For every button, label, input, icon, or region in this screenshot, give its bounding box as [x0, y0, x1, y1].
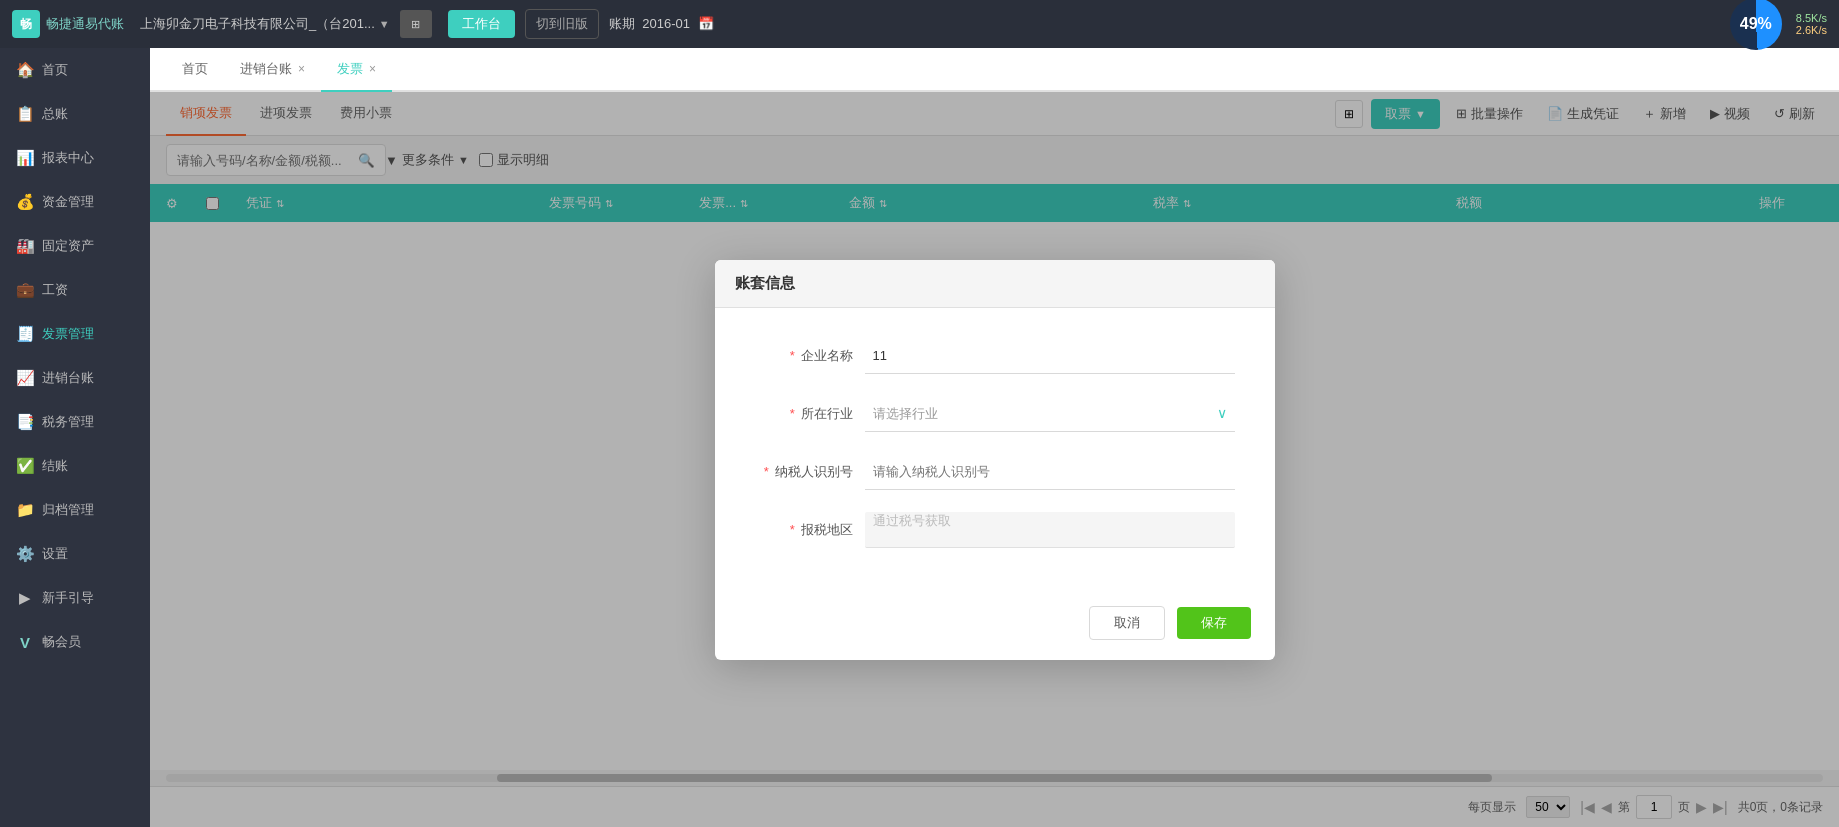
- modal-title: 账套信息: [735, 274, 795, 291]
- tab-invoice[interactable]: 发票 ×: [321, 48, 392, 92]
- finance-icon: 💰: [16, 193, 34, 211]
- archive-icon: 📁: [16, 501, 34, 519]
- modal-footer: 取消 保存: [715, 590, 1275, 660]
- sidebar-item-home[interactable]: 🏠 首页: [0, 48, 150, 92]
- tab-home-label: 首页: [182, 60, 208, 78]
- tax-region-placeholder: 通过税号获取: [873, 513, 951, 528]
- sidebar-label-tax: 税务管理: [42, 413, 94, 431]
- tax-icon: 📑: [16, 413, 34, 431]
- sidebar-item-archive[interactable]: 📁 归档管理: [0, 488, 150, 532]
- salary-icon: 💼: [16, 281, 34, 299]
- save-button[interactable]: 保存: [1177, 607, 1251, 639]
- invoice-page: 销项发票 进项发票 费用小票 ⊞ 取票 ▼: [150, 92, 1839, 827]
- tab-invoice-label: 发票: [337, 60, 363, 78]
- sidebar-label-finance: 资金管理: [42, 193, 94, 211]
- home-icon: 🏠: [16, 61, 34, 79]
- industry-label: * 所在行业: [755, 405, 865, 423]
- tax-region-row: * 报税地区 通过税号获取: [755, 512, 1235, 548]
- sidebar-item-assets[interactable]: 🏭 固定资产: [0, 224, 150, 268]
- period-value: 2016-01: [642, 16, 690, 31]
- settings-icon: ⚙️: [16, 545, 34, 563]
- modal-header: 账套信息: [715, 260, 1275, 308]
- tab-sales-ledger[interactable]: 进销台账 ×: [224, 48, 321, 92]
- period-display: 账期 2016-01 📅: [609, 15, 714, 33]
- period-label: 账期: [609, 16, 635, 31]
- industry-select-wrap: 请选择行业 ∨: [865, 396, 1235, 432]
- company-name: 上海卯金刀电子科技有限公司_（台201...: [140, 15, 375, 33]
- assets-icon: 🏭: [16, 237, 34, 255]
- download-speed: 2.6K/s: [1796, 24, 1827, 36]
- main-content: 首页 进销台账 × 发票 × 销项发票 进项发票 费用: [150, 48, 1839, 827]
- sidebar: 🏠 首页 📋 总账 📊 报表中心 💰 资金管理 🏭 固定资产 💼 工资 🧾 发票…: [0, 48, 150, 827]
- sidebar-item-finance[interactable]: 💰 资金管理: [0, 180, 150, 224]
- modal-overlay: 账套信息 * 企业名称: [150, 92, 1839, 827]
- tab-home[interactable]: 首页: [166, 48, 224, 92]
- workbench-button[interactable]: 工作台: [448, 10, 515, 38]
- sidebar-item-tax[interactable]: 📑 税务管理: [0, 400, 150, 444]
- sidebar-item-close[interactable]: ✅ 结账: [0, 444, 150, 488]
- ledger-icon: 📋: [16, 105, 34, 123]
- cancel-button[interactable]: 取消: [1089, 606, 1165, 640]
- sidebar-item-ledger[interactable]: 📋 总账: [0, 92, 150, 136]
- sidebar-label-salary: 工资: [42, 281, 68, 299]
- tab-bar: 首页 进销台账 × 发票 ×: [150, 48, 1839, 92]
- sidebar-label-guide: 新手引导: [42, 589, 94, 607]
- guide-icon: ▶: [16, 589, 34, 607]
- sidebar-item-sales-ledger[interactable]: 📈 进销台账: [0, 356, 150, 400]
- top-right: 49% 8.5K/s 2.6K/s: [1730, 0, 1827, 50]
- calendar-icon[interactable]: 📅: [698, 16, 714, 31]
- sidebar-item-reports[interactable]: 📊 报表中心: [0, 136, 150, 180]
- old-version-button[interactable]: 切到旧版: [525, 9, 599, 39]
- tax-id-label: * 纳税人识别号: [755, 463, 865, 481]
- sidebar-label-archive: 归档管理: [42, 501, 94, 519]
- sidebar-item-settings[interactable]: ⚙️ 设置: [0, 532, 150, 576]
- sidebar-item-invoice[interactable]: 🧾 发票管理: [0, 312, 150, 356]
- company-selector[interactable]: 上海卯金刀电子科技有限公司_（台201... ▼: [140, 15, 390, 33]
- modal-body: * 企业名称 * 所在行业: [715, 308, 1275, 590]
- company-avatar-btn[interactable]: ⊞: [400, 10, 432, 38]
- company-name-input[interactable]: [865, 338, 1235, 374]
- network-speed-widget: 49%: [1730, 0, 1782, 50]
- account-info-modal: 账套信息 * 企业名称: [715, 260, 1275, 660]
- tab-sales-ledger-close[interactable]: ×: [298, 62, 305, 76]
- tax-id-row: * 纳税人识别号: [755, 454, 1235, 490]
- vip-icon: V: [16, 634, 34, 651]
- sidebar-label-home: 首页: [42, 61, 68, 79]
- upload-speed: 8.5K/s: [1796, 12, 1827, 24]
- sidebar-label-ledger: 总账: [42, 105, 68, 123]
- speed-details: 8.5K/s 2.6K/s: [1796, 12, 1827, 36]
- sidebar-label-settings: 设置: [42, 545, 68, 563]
- app-name: 畅捷通易代账: [46, 15, 124, 33]
- sidebar-label-assets: 固定资产: [42, 237, 94, 255]
- sidebar-item-salary[interactable]: 💼 工资: [0, 268, 150, 312]
- sidebar-label-invoice: 发票管理: [42, 325, 94, 343]
- app-logo: 畅 畅捷通易代账: [12, 10, 124, 38]
- tax-id-input[interactable]: [865, 454, 1235, 490]
- top-actions: 工作台 切到旧版: [448, 9, 599, 39]
- logo-icon: 畅: [12, 10, 40, 38]
- tab-invoice-close[interactable]: ×: [369, 62, 376, 76]
- company-name-label: * 企业名称: [755, 347, 865, 365]
- close-books-icon: ✅: [16, 457, 34, 475]
- sales-ledger-icon: 📈: [16, 369, 34, 387]
- sidebar-label-sales-ledger: 进销台账: [42, 369, 94, 387]
- industry-select[interactable]: 请选择行业: [865, 396, 1235, 431]
- industry-row: * 所在行业 请选择行业 ∨: [755, 396, 1235, 432]
- speed-percent: 49%: [1740, 16, 1772, 32]
- sidebar-label-vip: 畅会员: [42, 633, 81, 651]
- sidebar-label-close: 结账: [42, 457, 68, 475]
- top-bar: 畅 畅捷通易代账 上海卯金刀电子科技有限公司_（台201... ▼ ⊞ 工作台 …: [0, 0, 1839, 48]
- reports-icon: 📊: [16, 149, 34, 167]
- tax-region-display: 通过税号获取: [865, 512, 1235, 548]
- company-name-row: * 企业名称: [755, 338, 1235, 374]
- tab-sales-ledger-label: 进销台账: [240, 60, 292, 78]
- sidebar-item-guide[interactable]: ▶ 新手引导: [0, 576, 150, 620]
- company-dropdown-icon[interactable]: ▼: [379, 18, 390, 30]
- tax-region-label: * 报税地区: [755, 521, 865, 539]
- sidebar-item-vip[interactable]: V 畅会员: [0, 620, 150, 664]
- sidebar-label-reports: 报表中心: [42, 149, 94, 167]
- invoice-icon: 🧾: [16, 325, 34, 343]
- main-layout: 🏠 首页 📋 总账 📊 报表中心 💰 资金管理 🏭 固定资产 💼 工资 🧾 发票…: [0, 48, 1839, 827]
